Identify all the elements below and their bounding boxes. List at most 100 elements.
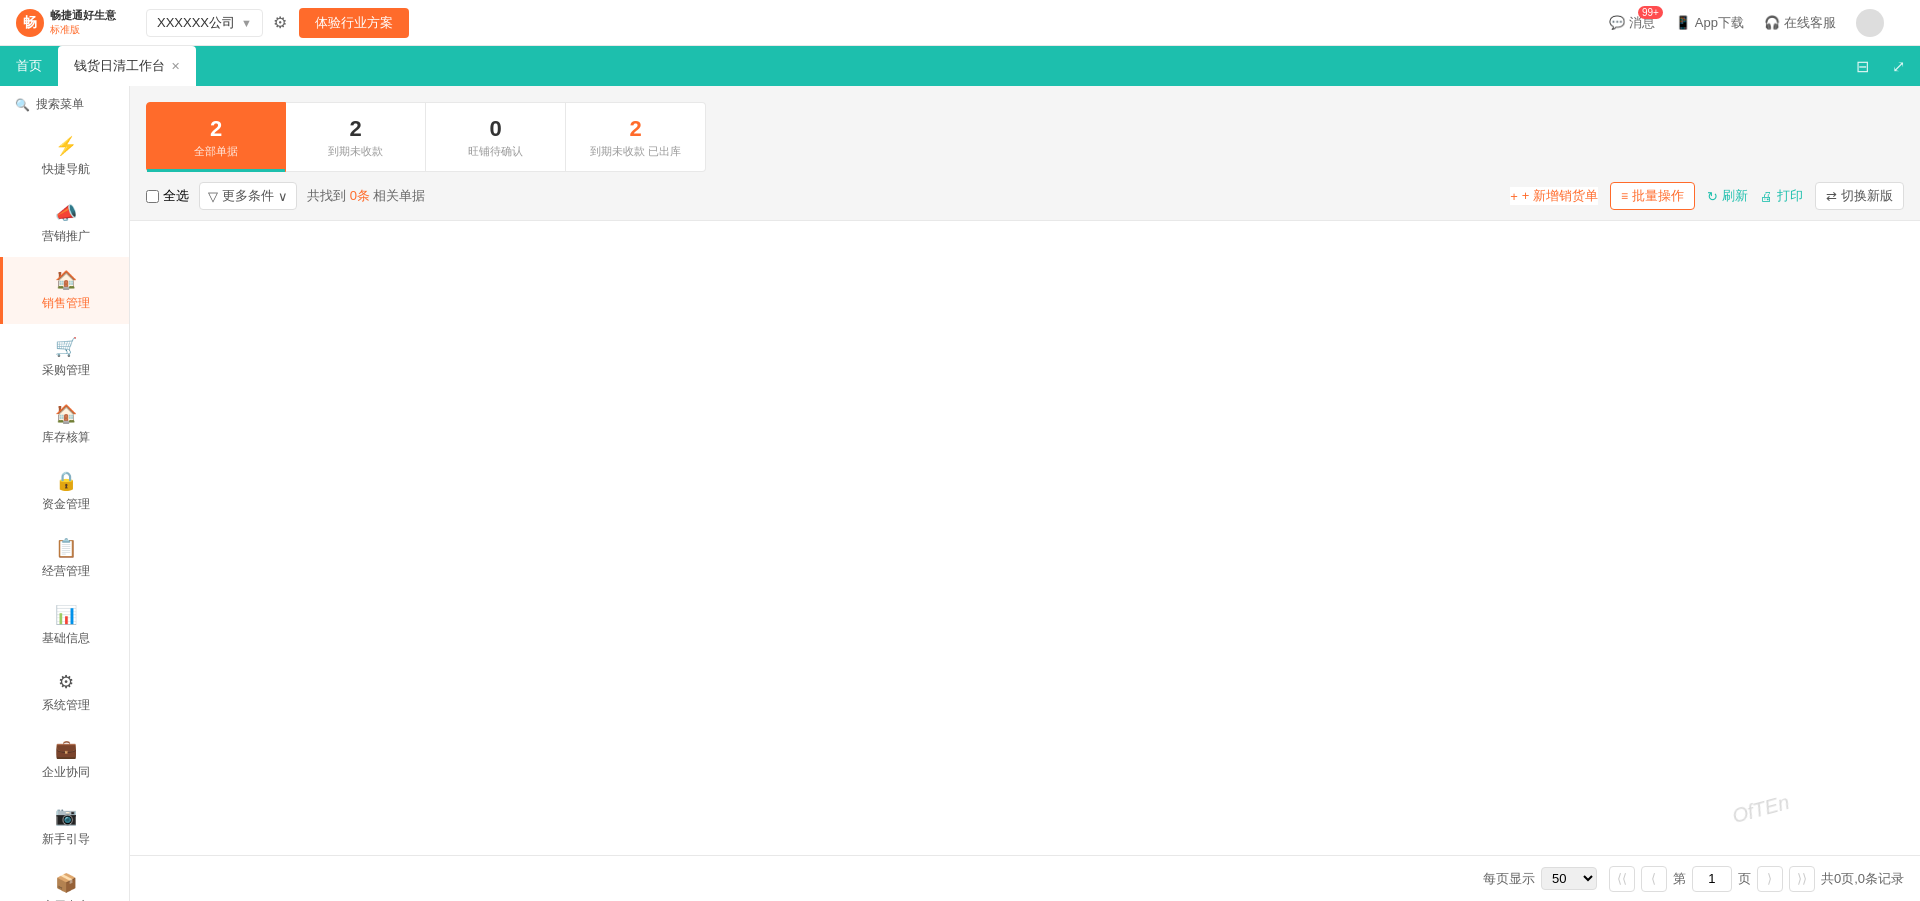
- batch-label: 批量操作: [1632, 187, 1684, 205]
- filter-label: 更多条件: [222, 187, 274, 205]
- page-number-input[interactable]: [1692, 866, 1732, 892]
- stat-due-label: 到期未收款: [328, 144, 383, 159]
- online-service-btn[interactable]: 🎧 在线客服: [1764, 14, 1836, 32]
- per-page-selector: 每页显示 50 100 200: [1483, 867, 1597, 890]
- settings-icon[interactable]: ⚙: [273, 13, 287, 32]
- refresh-button[interactable]: ↻ 刷新: [1707, 187, 1748, 205]
- footer: 每页显示 50 100 200 ⟨⟨ ⟨ 第 页 ⟩ ⟩⟩ 共0页,0条记录: [130, 855, 1920, 901]
- stat-due-num: 2: [349, 116, 361, 142]
- print-button[interactable]: 🖨 打印: [1760, 187, 1803, 205]
- stat-shipped-label: 到期未收款 已出库: [590, 144, 681, 159]
- stat-card-wangpu[interactable]: 0 旺铺待确认: [426, 102, 566, 172]
- per-page-select[interactable]: 50 100 200: [1541, 867, 1597, 890]
- switch-icon: ⇄: [1826, 189, 1837, 204]
- toolbar-right: + + 新增销货单 ≡ 批量操作 ↻ 刷新 🖨 打印 ⇄ 切换新版: [1510, 182, 1904, 210]
- inventory-icon: 🏠: [55, 403, 77, 425]
- stat-shipped-num: 2: [629, 116, 641, 142]
- stat-wangpu-num: 0: [489, 116, 501, 142]
- tutorial-icon: 📷: [55, 805, 77, 827]
- header-right: 💬 消息 99+ 📱 App下载 🎧 在线客服: [1609, 9, 1904, 37]
- batch-icon: ≡: [1621, 189, 1628, 203]
- sidebar-item-quicknav[interactable]: ⚡ 快捷导航: [0, 123, 129, 190]
- purchase-icon: 🛒: [55, 336, 77, 358]
- sidebar: 🔍 搜索菜单 ⚡ 快捷导航 📣 营销推广 🏠 销售管理 🛒 采购管理 🏠 库存核…: [0, 86, 130, 901]
- first-page-button[interactable]: ⟨⟨: [1609, 866, 1635, 892]
- main-content: 2 全部单据 2 到期未收款 0 旺铺待确认 2 到期未收款 已出库: [130, 86, 1920, 901]
- marketing-icon: 📣: [55, 202, 77, 224]
- total-records-text: 共0页,0条记录: [1821, 870, 1904, 888]
- operations-icon: 📋: [55, 537, 77, 559]
- close-tab-icon[interactable]: ✕: [171, 60, 180, 73]
- sidebar-item-operations[interactable]: 📋 经营管理: [0, 525, 129, 592]
- stat-wangpu-label: 旺铺待确认: [468, 144, 523, 159]
- select-all-checkbox[interactable]: 全选: [146, 187, 189, 205]
- stat-card-all[interactable]: 2 全部单据: [146, 102, 286, 172]
- search-icon: 🔍: [15, 98, 30, 112]
- quicknav-icon: ⚡: [55, 135, 77, 157]
- avatar[interactable]: [1856, 9, 1884, 37]
- filter-icon: ▽: [208, 189, 218, 204]
- checkbox-input[interactable]: [146, 190, 159, 203]
- refresh-icon: ↻: [1707, 189, 1718, 204]
- sidebar-item-sales[interactable]: 🏠 销售管理: [0, 257, 129, 324]
- nav-tabs-bar: 首页 钱货日清工作台 ✕ ⊟ ⤢: [0, 46, 1920, 86]
- print-icon: 🖨: [1760, 189, 1773, 204]
- toolbar: 全选 ▽ 更多条件 ∨ 共找到 0条 相关单据 + + 新增销货单: [130, 172, 1920, 221]
- tab-qianhuoriqing[interactable]: 钱货日清工作台 ✕: [58, 46, 196, 86]
- enterprise-icon: 💼: [55, 738, 77, 760]
- sidebar-item-appcenter[interactable]: 📦 应用中心: [0, 860, 129, 901]
- sidebar-item-finance[interactable]: 🔒 资金管理: [0, 458, 129, 525]
- sidebar-item-inventory[interactable]: 🏠 库存核算: [0, 391, 129, 458]
- finance-icon: 🔒: [55, 470, 77, 492]
- filter-button[interactable]: ▽ 更多条件 ∨: [199, 182, 297, 210]
- sidebar-item-system[interactable]: ⚙ 系统管理: [0, 659, 129, 726]
- sales-icon: 🏠: [55, 269, 77, 291]
- chevron-down-icon: ▼: [241, 17, 252, 29]
- stat-all-label: 全部单据: [194, 144, 238, 159]
- system-icon: ⚙: [58, 671, 74, 693]
- download-icon: 📱: [1675, 15, 1691, 30]
- trial-button[interactable]: 体验行业方案: [299, 8, 409, 38]
- pagination: ⟨⟨ ⟨ 第 页 ⟩ ⟩⟩ 共0页,0条记录: [1609, 866, 1904, 892]
- last-page-button[interactable]: ⟩⟩: [1789, 866, 1815, 892]
- sidebar-item-enterprise[interactable]: 💼 企业协同: [0, 726, 129, 793]
- online-service-label: 在线客服: [1784, 14, 1836, 32]
- message-badge: 99+: [1638, 6, 1663, 19]
- app-download-btn[interactable]: 📱 App下载: [1675, 14, 1744, 32]
- table-area: [130, 221, 1920, 855]
- basicinfo-icon: 📊: [55, 604, 77, 626]
- sidebar-item-marketing[interactable]: 📣 营销推广: [0, 190, 129, 257]
- next-page-button[interactable]: ⟩: [1757, 866, 1783, 892]
- switch-new-version-button[interactable]: ⇄ 切换新版: [1815, 182, 1904, 210]
- found-count: 0条: [350, 188, 370, 203]
- prev-page-button[interactable]: ⟨: [1641, 866, 1667, 892]
- search-menu-btn[interactable]: 🔍 搜索菜单: [0, 86, 129, 123]
- message-btn[interactable]: 💬 消息 99+: [1609, 14, 1655, 32]
- switch-label: 切换新版: [1841, 187, 1893, 205]
- sidebar-item-basicinfo[interactable]: 📊 基础信息: [0, 592, 129, 659]
- tab-home[interactable]: 首页: [0, 46, 58, 86]
- new-sales-order-button[interactable]: + + 新增销货单: [1510, 187, 1598, 205]
- company-selector[interactable]: XXXXXX公司 ▼: [146, 9, 263, 37]
- refresh-label: 刷新: [1722, 187, 1748, 205]
- filter-chevron-icon: ∨: [278, 189, 288, 204]
- headset-icon: 🎧: [1764, 15, 1780, 30]
- stats-row: 2 全部单据 2 到期未收款 0 旺铺待确认 2 到期未收款 已出库: [130, 86, 1920, 172]
- minimize-tab-icon[interactable]: ⊟: [1848, 52, 1876, 80]
- sidebar-item-tutorial[interactable]: 📷 新手引导: [0, 793, 129, 860]
- sidebar-item-purchase[interactable]: 🛒 采购管理: [0, 324, 129, 391]
- per-page-label: 每页显示: [1483, 870, 1535, 888]
- found-text: 共找到 0条 相关单据: [307, 187, 425, 205]
- app-download-label: App下载: [1695, 14, 1744, 32]
- top-header: 畅 畅捷通好生意 标准版 XXXXXX公司 ▼ ⚙ 体验行业方案 💬 消息 99…: [0, 0, 1920, 46]
- logo-text: 畅捷通好生意 标准版: [50, 8, 116, 37]
- toolbar-left: 全选 ▽ 更多条件 ∨ 共找到 0条 相关单据: [146, 182, 425, 210]
- company-name: XXXXXX公司: [157, 14, 235, 32]
- maximize-tab-icon[interactable]: ⤢: [1884, 52, 1912, 80]
- page-label: 第: [1673, 870, 1686, 888]
- stat-card-shipped[interactable]: 2 到期未收款 已出库: [566, 102, 706, 172]
- stat-card-due[interactable]: 2 到期未收款: [286, 102, 426, 172]
- nav-tabs-right-btns: ⊟ ⤢: [1848, 52, 1920, 80]
- print-label: 打印: [1777, 187, 1803, 205]
- batch-operation-button[interactable]: ≡ 批量操作: [1610, 182, 1695, 210]
